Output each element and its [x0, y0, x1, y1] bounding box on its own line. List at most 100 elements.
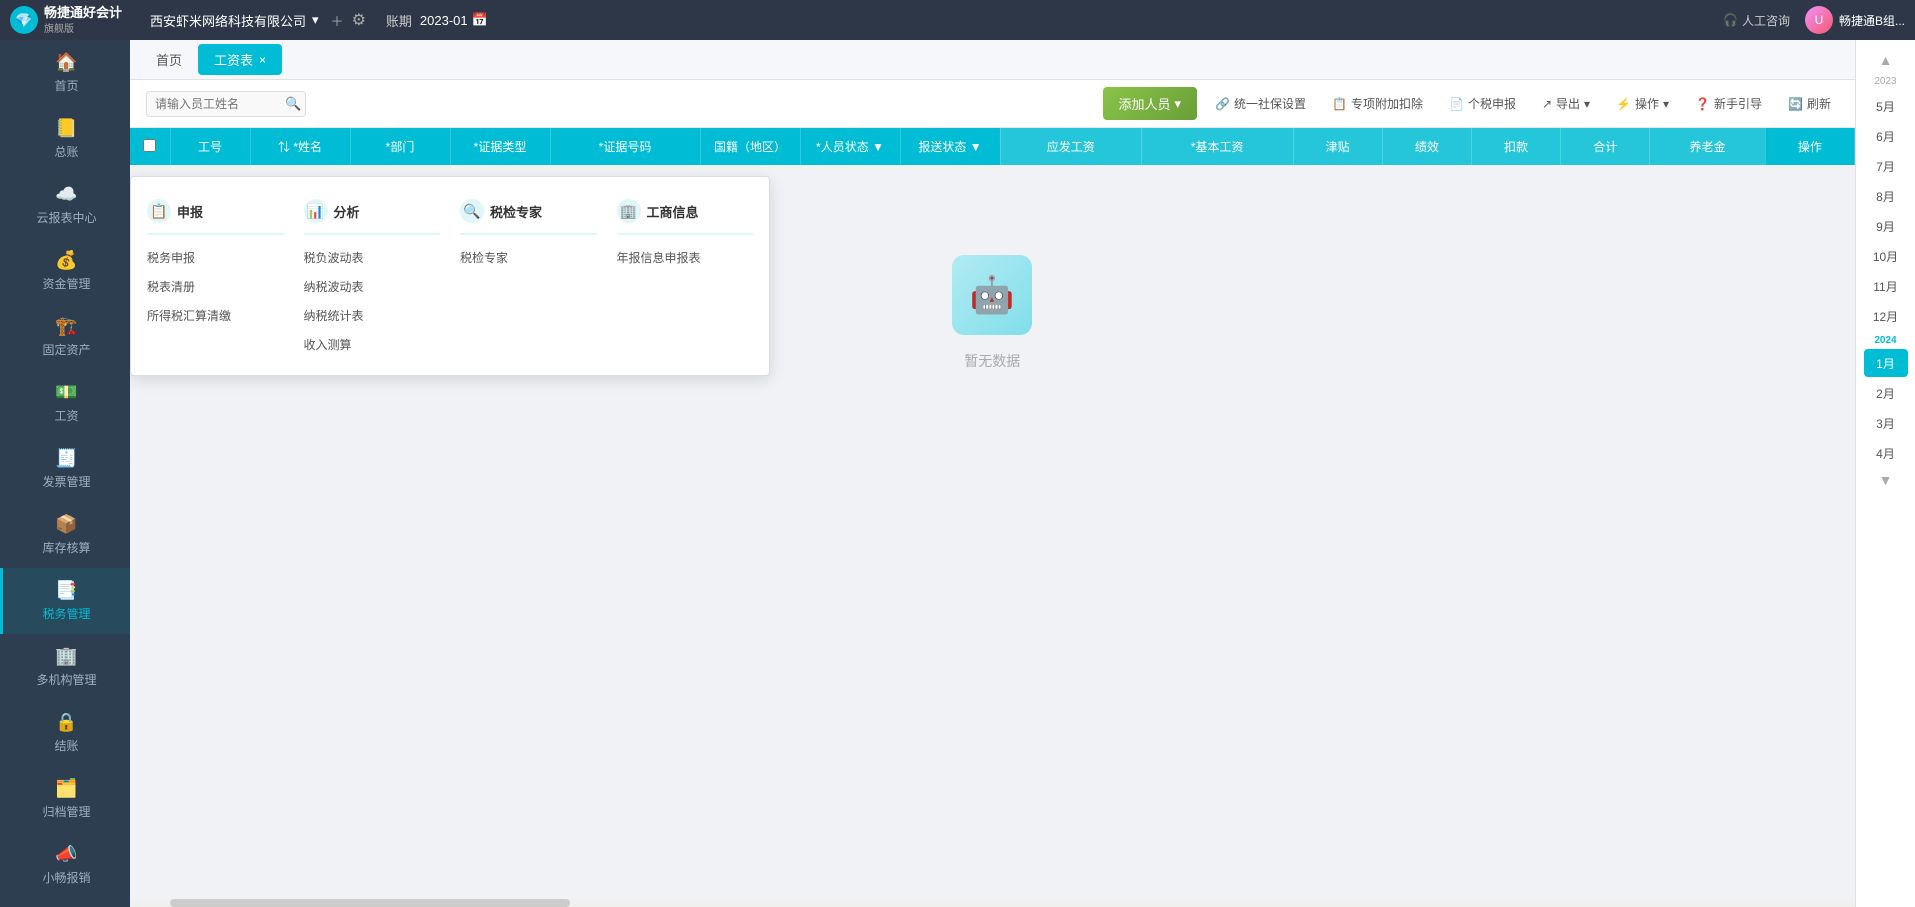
social-icon: 🔗	[1215, 97, 1230, 111]
dropdown-item-tax-stat[interactable]: 纳税统计表	[304, 301, 441, 330]
sidebar-item-ledger[interactable]: 📒 总账	[0, 106, 130, 172]
company-selector[interactable]: 西安虾米网络科技有限公司 ▾	[150, 11, 319, 30]
sidebar-item-archive[interactable]: 🗂️ 归档管理	[0, 766, 130, 832]
dropdown-item-tax-expert[interactable]: 税检专家	[460, 243, 597, 272]
dropdown-section-shenBao: 📋 申报 税务申报 税表清册 所得税汇算清缴	[147, 193, 284, 359]
dropdown-item-tax-burden[interactable]: 税负波动表	[304, 243, 441, 272]
dropdown-section-gongShang: 🏢 工商信息 年报信息申报表	[617, 193, 754, 359]
social-insurance-btn[interactable]: 🔗 统一社保设置	[1207, 91, 1314, 116]
th-allowance: 津贴	[1293, 128, 1382, 165]
cal-nav-down[interactable]: ▼	[1874, 468, 1898, 492]
tax-filing-icon: 📄	[1449, 97, 1464, 111]
special-deduction-btn[interactable]: 📋 专项附加扣除	[1324, 91, 1431, 116]
sidebar-item-tax[interactable]: 📑 税务管理	[0, 568, 130, 634]
filter-icon-2[interactable]: ▼	[970, 140, 982, 154]
cal-month-12[interactable]: 12月	[1864, 302, 1908, 330]
sidebar-label-archive: 归档管理	[42, 803, 90, 820]
sidebar: 🏠 首页 📒 总账 ☁️ 云报表中心 💰 资金管理 🏗️ 固定资产 💵 工资 🧾…	[0, 40, 130, 907]
th-report-status: 报送状态 ▼	[900, 128, 1000, 165]
add-person-label: 添加人员	[1119, 94, 1171, 113]
th-checkbox[interactable]	[130, 128, 170, 165]
sidebar-item-home[interactable]: 🏠 首页	[0, 40, 130, 106]
tab-salary[interactable]: 工资表 ×	[198, 44, 282, 75]
search-input[interactable]	[155, 97, 285, 111]
th-operation: 操作	[1765, 128, 1854, 165]
sidebar-label-home: 首页	[54, 77, 78, 94]
th-id-num: *证据号码	[550, 128, 700, 165]
logo-icon: 💎	[10, 6, 38, 34]
cal-month-9[interactable]: 9月	[1864, 212, 1908, 240]
sidebar-item-cloud[interactable]: ☁️ 云报表中心	[0, 172, 130, 238]
tab-close-icon[interactable]: ×	[259, 53, 266, 67]
add-person-button[interactable]: 添加人员 ▾	[1103, 87, 1198, 120]
cal-month-10[interactable]: 10月	[1864, 242, 1908, 270]
cal-month-8[interactable]: 8月	[1864, 182, 1908, 210]
cal-month-2024-4[interactable]: 4月	[1864, 439, 1908, 467]
select-all-checkbox[interactable]	[143, 139, 156, 152]
cal-month-11[interactable]: 11月	[1864, 272, 1908, 300]
export-btn[interactable]: ↗ 导出 ▾	[1534, 91, 1598, 116]
operation-dropdown-icon: ▾	[1663, 97, 1669, 111]
dropdown-item-tax-filing[interactable]: 税务申报	[147, 243, 284, 272]
filter-icon[interactable]: ▼	[872, 140, 884, 154]
cal-month-7[interactable]: 7月	[1864, 152, 1908, 180]
guide-btn[interactable]: ❓ 新手引导	[1687, 91, 1770, 116]
settings-icon[interactable]: ⚙	[352, 10, 366, 30]
dropdown-item-tax-table[interactable]: 税表清册	[147, 272, 284, 301]
tab-salary-label: 工资表	[214, 50, 253, 69]
scrollbar-thumb[interactable]	[170, 899, 570, 907]
tax-filing-btn[interactable]: 📄 个税申报	[1441, 91, 1524, 116]
shuiJian-label: 税检专家	[490, 202, 542, 221]
dropdown-title-fenXi: 📊 分析	[304, 193, 441, 235]
operation-btn[interactable]: ⚡ 操作 ▾	[1608, 91, 1677, 116]
sidebar-item-multi[interactable]: 🏢 多机构管理	[0, 634, 130, 700]
sidebar-item-salary[interactable]: 💵 工资	[0, 370, 130, 436]
sidebar-item-settings[interactable]: ⚙️ 基础设置	[0, 898, 130, 907]
th-pension: 养老金	[1650, 128, 1765, 165]
user-area[interactable]: U 畅捷通B组...	[1805, 6, 1905, 34]
sidebar-item-invoice[interactable]: 🧾 发票管理	[0, 436, 130, 502]
export-label: 导出	[1556, 95, 1580, 112]
dropdown-item-tax-change[interactable]: 纳税波动表	[304, 272, 441, 301]
tab-home[interactable]: 首页	[140, 44, 198, 75]
service-btn[interactable]: 🎧 人工咨询	[1723, 12, 1790, 29]
th-id-type: *证据类型	[450, 128, 550, 165]
search-wrap[interactable]: 🔍	[146, 91, 306, 117]
tax-dropdown-menu: 📋 申报 税务申报 税表清册 所得税汇算清缴 📊 分析 税负波动表 纳税波动表 …	[130, 176, 770, 376]
user-avatar: U	[1805, 6, 1833, 34]
dropdown-item-annual-report[interactable]: 年报信息申报表	[617, 243, 754, 272]
horizontal-scrollbar[interactable]	[130, 899, 1855, 907]
fenXi-label: 分析	[334, 202, 360, 221]
company-dropdown-icon: ▾	[312, 12, 319, 28]
add-person-dropdown-icon: ▾	[1175, 96, 1182, 112]
invoice-icon: 🧾	[55, 448, 77, 469]
cal-month-5[interactable]: 5月	[1864, 92, 1908, 120]
xiaochang-icon: 📣	[55, 844, 77, 865]
sort-icon: ⇅	[278, 140, 290, 154]
add-company-icon[interactable]: ＋	[331, 11, 344, 30]
sidebar-item-fund[interactable]: 💰 资金管理	[0, 238, 130, 304]
service-label: 人工咨询	[1742, 12, 1790, 29]
refresh-btn[interactable]: 🔄 刷新	[1780, 91, 1839, 116]
period-label: 账期	[386, 11, 412, 30]
calendar-icon[interactable]: 📅	[472, 12, 488, 28]
sidebar-item-xiaochang[interactable]: 📣 小畅报销	[0, 832, 130, 898]
cal-month-6[interactable]: 6月	[1864, 122, 1908, 150]
cal-month-2024-1[interactable]: 1月	[1864, 349, 1908, 377]
cal-nav-up[interactable]: ▲	[1874, 48, 1898, 72]
th-id: 工号	[170, 128, 250, 165]
period-value[interactable]: 2023-01	[420, 13, 468, 28]
export-dropdown-icon: ▾	[1584, 97, 1590, 111]
gongShang-icon: 🏢	[617, 199, 641, 223]
dropdown-item-income-tax[interactable]: 所得税汇算清缴	[147, 301, 284, 330]
cal-month-2024-2[interactable]: 2月	[1864, 379, 1908, 407]
shenBao-label: 申报	[177, 202, 203, 221]
sidebar-item-close[interactable]: 🔒 结账	[0, 700, 130, 766]
sidebar-item-inventory[interactable]: 📦 库存核算	[0, 502, 130, 568]
multi-icon: 🏢	[55, 646, 77, 667]
sidebar-item-asset[interactable]: 🏗️ 固定资产	[0, 304, 130, 370]
operation-icon: ⚡	[1616, 97, 1631, 111]
cal-month-2024-3[interactable]: 3月	[1864, 409, 1908, 437]
dropdown-item-income-calc[interactable]: 收入测算	[304, 330, 441, 359]
th-salary-group: 应发工资	[1000, 128, 1141, 165]
